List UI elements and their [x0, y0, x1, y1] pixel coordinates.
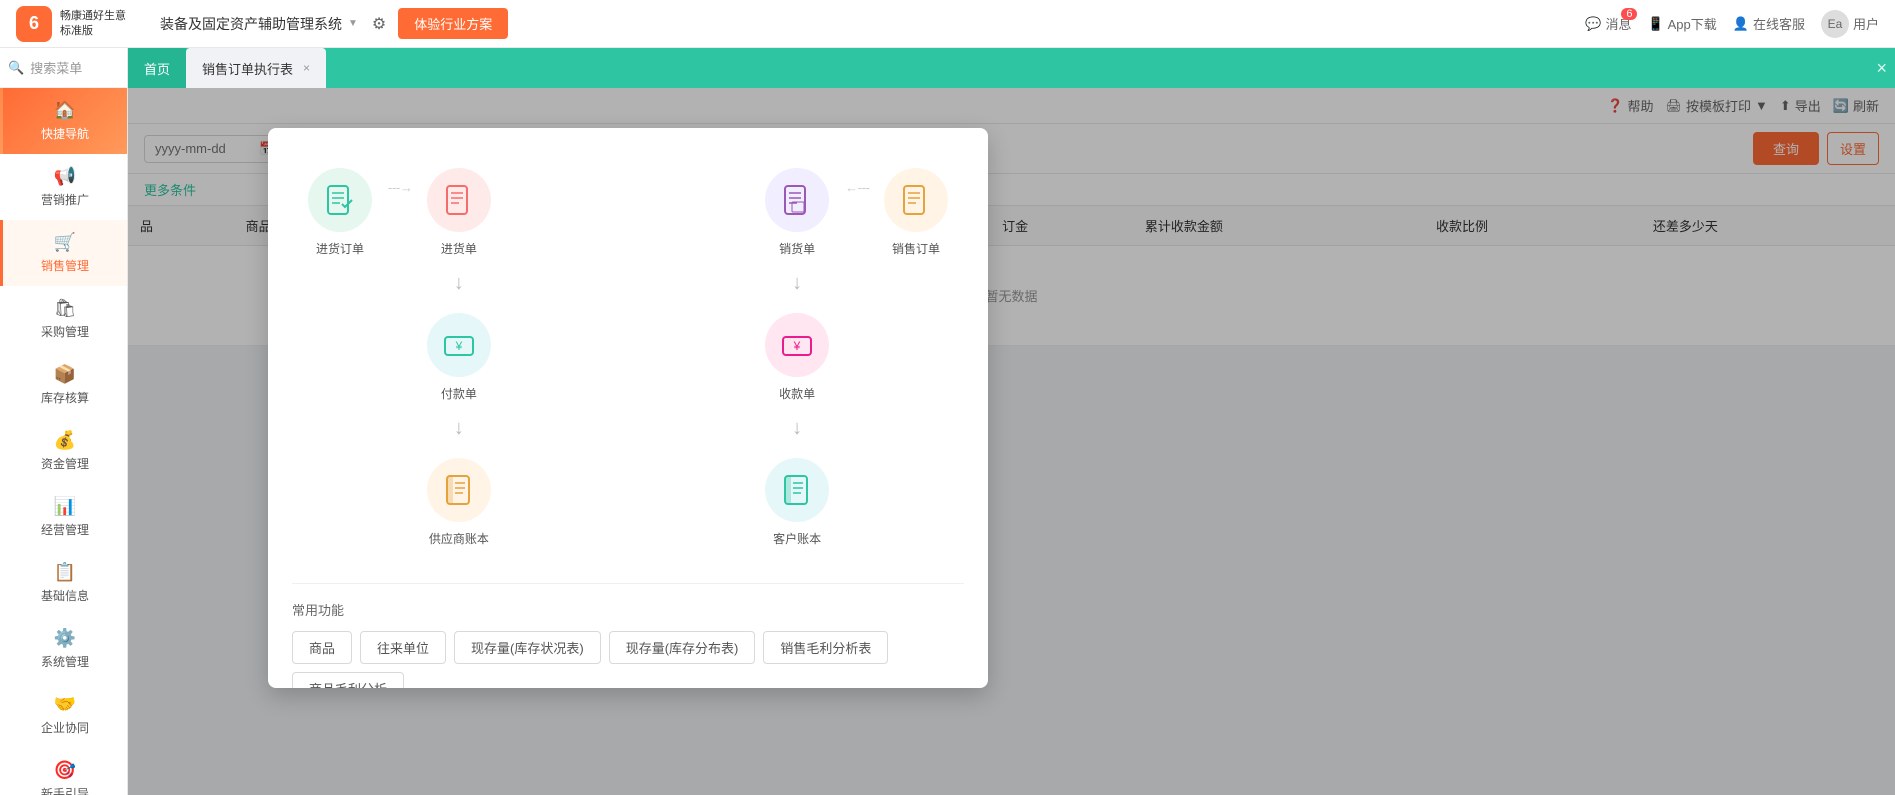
- system-icon: ⚙️: [54, 628, 76, 649]
- func-btn-stock-dist[interactable]: 现存量(库存分布表): [609, 631, 756, 664]
- sidebar-item-basic-info[interactable]: 📋 基础信息: [0, 550, 127, 616]
- tab-content: ❓ 帮助 🖨 按模板打印 ▼ ⬆ 导出 🔄: [128, 88, 1895, 795]
- customer-ledger-icon: [765, 458, 829, 522]
- purchase-invoice-icon: [427, 168, 491, 232]
- func-btn-stock-status[interactable]: 现存量(库存状况表): [454, 631, 601, 664]
- finance-icon: 💰: [54, 430, 76, 451]
- payment-in-node[interactable]: ¥ 收款单: [749, 297, 845, 418]
- common-functions-title: 常用功能: [292, 600, 964, 619]
- service-icon: 👤: [1733, 16, 1749, 32]
- tab-sales-order[interactable]: 销售订单执行表 ×: [186, 48, 326, 88]
- svg-text:¥: ¥: [454, 339, 462, 353]
- supplier-ledger-icon: [427, 458, 491, 522]
- experience-button[interactable]: 体验行业方案: [398, 8, 508, 39]
- message-badge: 6: [1621, 8, 1637, 20]
- sales-order-node[interactable]: 销售订单: [868, 152, 964, 273]
- sidebar-item-inventory[interactable]: 📦 库存核算: [0, 352, 127, 418]
- sidebar-item-newbie[interactable]: 🎯 新手引导: [0, 748, 127, 795]
- func-btn-contacts[interactable]: 往来单位: [360, 631, 446, 664]
- supplier-ledger-node[interactable]: 供应商账本: [411, 442, 507, 563]
- avatar: Ea: [1821, 10, 1849, 38]
- inventory-icon: 📦: [54, 364, 76, 385]
- sales-invoice-node[interactable]: 销货单: [749, 152, 845, 273]
- func-btn-product[interactable]: 商品: [292, 631, 352, 664]
- tab-bar: 首页 销售订单执行表 × ×: [128, 48, 1895, 88]
- app-download-button[interactable]: 📱 App下载: [1647, 14, 1716, 33]
- function-buttons-row1: 商品 往来单位 现存量(库存状况表) 现存量(库存分布表) 销售毛利分析表 商品…: [292, 631, 964, 688]
- content-area: 首页 销售订单执行表 × × ❓ 帮助: [128, 48, 1895, 795]
- sidebar-item-marketing[interactable]: 📢 营销推广: [0, 154, 127, 220]
- tab-home[interactable]: 首页: [128, 48, 186, 88]
- online-service-button[interactable]: 👤 在线客服: [1733, 14, 1805, 33]
- payment-in-icon: ¥: [765, 313, 829, 377]
- purchase-order-node[interactable]: 进货订单: [292, 152, 388, 273]
- user-area[interactable]: Ea 用户: [1821, 10, 1879, 38]
- purchase-invoice-node[interactable]: 进货单: [411, 152, 507, 273]
- purchase-icon: 🛍: [54, 298, 77, 319]
- svg-text:¥: ¥: [793, 339, 801, 353]
- sidebar: 🔍 搜索菜单 🏠 快捷导航 📢 营销推广 🛒 销售管理 🛍 采购管理 📦: [0, 48, 128, 795]
- logo-text: 畅康通好生意 标准版: [60, 9, 126, 38]
- operations-icon: 📊: [54, 496, 76, 517]
- arrow-down-1: ↓: [454, 273, 464, 293]
- sales-order-icon: [884, 168, 948, 232]
- common-functions: 常用功能 商品 往来单位 现存量(库存状况表) 现存量(库存分布表) 销售毛利分…: [292, 583, 964, 688]
- newbie-icon: 🎯: [54, 760, 76, 781]
- sidebar-item-sales[interactable]: 🛒 销售管理: [0, 220, 127, 286]
- home-icon: 🏠: [54, 100, 76, 121]
- sidebar-item-purchase[interactable]: 🛍 采购管理: [0, 286, 127, 352]
- message-button[interactable]: 💬 消息 6: [1585, 14, 1631, 33]
- arrow-down-2: ↓: [792, 273, 802, 293]
- logo-area: 6 畅康通好生意 标准版: [16, 6, 144, 42]
- func-btn-sales-profit[interactable]: 销售毛利分析表: [763, 631, 888, 664]
- search-icon: 🔍: [8, 60, 24, 76]
- func-btn-product-profit[interactable]: 商品毛利分析: [292, 672, 404, 688]
- arrow-h-2: ← - - -: [845, 180, 868, 195]
- purchase-order-icon: [308, 168, 372, 232]
- flow-modal: 进货订单 - - - →: [268, 128, 988, 688]
- customer-ledger-node[interactable]: 客户账本: [749, 442, 845, 563]
- arrow-down-4: ↓: [792, 418, 802, 438]
- modal-overlay[interactable]: 进货订单 - - - →: [128, 88, 1895, 795]
- sidebar-item-finance[interactable]: 💰 资金管理: [0, 418, 127, 484]
- payment-out-node[interactable]: ¥ 付款单: [411, 297, 507, 418]
- download-icon: 📱: [1647, 16, 1663, 32]
- top-right-area: 💬 消息 6 📱 App下载 👤 在线客服 Ea 用户: [1585, 10, 1879, 38]
- settings-icon[interactable]: ⚙: [372, 14, 386, 34]
- arrow-h-1: - - - →: [388, 180, 411, 195]
- sidebar-item-quick-guide[interactable]: 🏠 快捷导航: [0, 88, 127, 154]
- marketing-icon: 📢: [54, 166, 76, 187]
- system-title: 装备及固定资产辅助管理系统 ▼ ⚙: [160, 14, 386, 34]
- sales-invoice-icon: [765, 168, 829, 232]
- sidebar-item-system[interactable]: ⚙️ 系统管理: [0, 616, 127, 682]
- close-all-button[interactable]: ×: [1876, 58, 1887, 79]
- basic-info-icon: 📋: [54, 562, 76, 583]
- message-icon: 💬: [1585, 16, 1601, 32]
- payment-out-icon: ¥: [427, 313, 491, 377]
- cooperation-icon: 🤝: [54, 694, 76, 715]
- arrow-down-3: ↓: [454, 418, 464, 438]
- sidebar-item-cooperation[interactable]: 🤝 企业协同: [0, 682, 127, 748]
- logo-icon: 6: [16, 6, 52, 42]
- search-menu[interactable]: 🔍 搜索菜单: [0, 48, 127, 88]
- dropdown-icon[interactable]: ▼: [348, 18, 358, 29]
- tab-close-icon[interactable]: ×: [303, 61, 310, 75]
- sales-icon: 🛒: [54, 232, 76, 253]
- sidebar-item-operations[interactable]: 📊 经营管理: [0, 484, 127, 550]
